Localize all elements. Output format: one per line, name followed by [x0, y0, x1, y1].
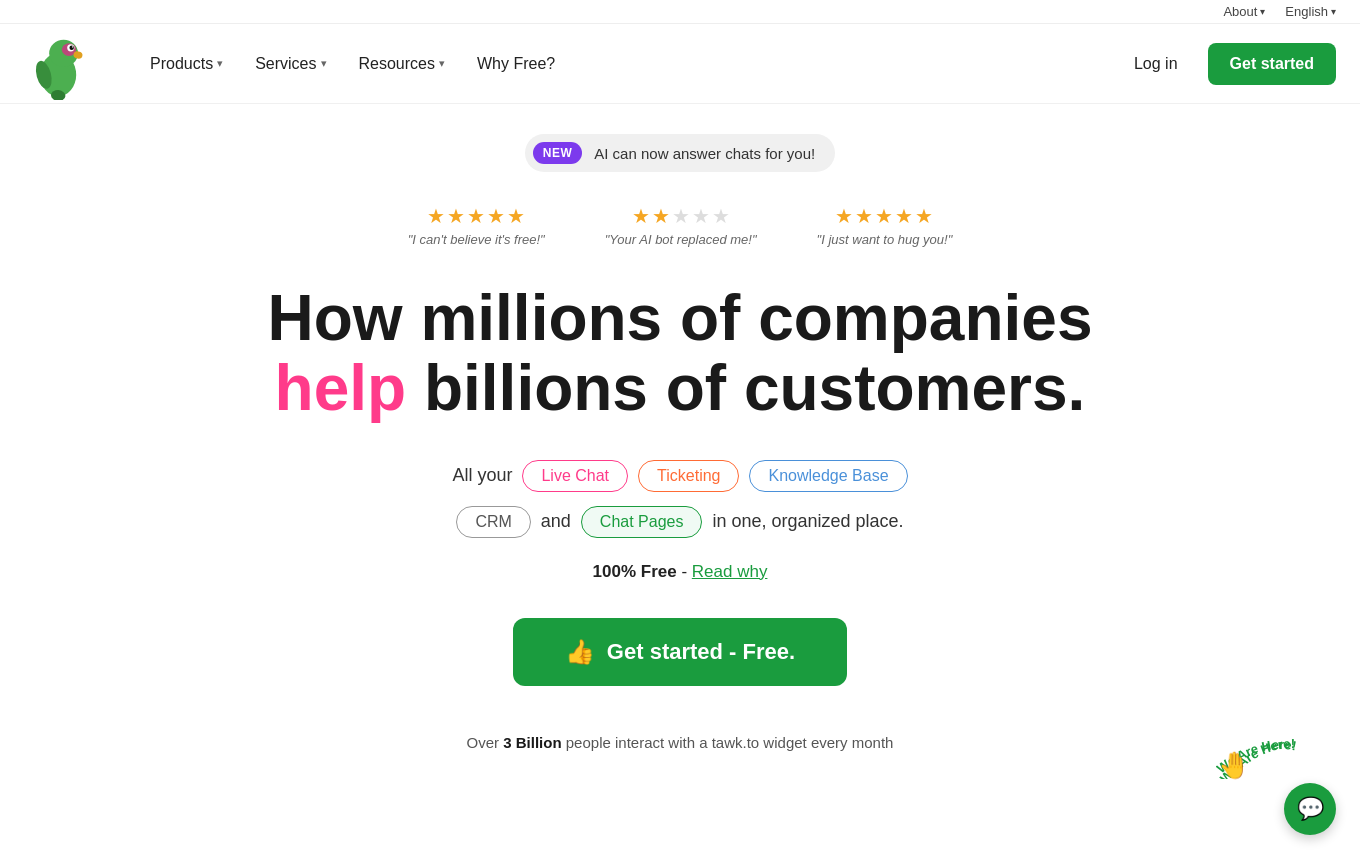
stars-1: ★ ★ ★ ★ ★	[427, 204, 525, 228]
nav-products[interactable]: Products ▾	[136, 47, 237, 81]
stat-suffix: people interact with a tawk.to widget ev…	[566, 734, 894, 751]
chat-widget: We Are Here! We Are Here! 🤚 💬	[1216, 724, 1336, 791]
cta-button[interactable]: 👍 Get started - Free.	[513, 618, 847, 686]
resources-label: Resources	[359, 55, 435, 73]
tags-line-2: CRM and Chat Pages in one, organized pla…	[456, 506, 903, 538]
review-item-2: ★ ★ ★ ★ ★ "Your AI bot replaced me!"	[605, 204, 757, 247]
nav-right: Log in Get started	[1120, 43, 1336, 85]
star-filled: ★	[467, 204, 485, 228]
hero-section: NEW AI can now answer chats for you! ★ ★…	[0, 104, 1360, 791]
nav-services[interactable]: Services ▾	[241, 47, 340, 81]
stars-2: ★ ★ ★ ★ ★	[632, 204, 730, 228]
heading-line1: How millions of companies	[268, 282, 1093, 354]
logo[interactable]	[24, 28, 96, 100]
nav-resources[interactable]: Resources ▾	[345, 47, 459, 81]
stat-bold: 3 Billion	[503, 734, 561, 751]
review-text-3: "I just want to hug you!"	[817, 232, 953, 247]
tags-section: All your Live Chat Ticketing Knowledge B…	[452, 460, 907, 538]
star-filled: ★	[855, 204, 873, 228]
free-text: 100% Free - Read why	[593, 562, 768, 582]
star-empty: ★	[692, 204, 710, 228]
star-filled: ★	[632, 204, 650, 228]
svg-point-5	[72, 46, 73, 47]
review-item-3: ★ ★ ★ ★ ★ "I just want to hug you!"	[817, 204, 953, 247]
whyfree-label: Why Free?	[477, 55, 555, 73]
review-text-2: "Your AI bot replaced me!"	[605, 232, 757, 247]
svg-point-4	[69, 45, 74, 50]
star-filled: ★	[895, 204, 913, 228]
language-menu[interactable]: English ▾	[1285, 4, 1336, 19]
top-bar: About ▾ English ▾	[0, 0, 1360, 24]
knowledge-base-tag: Knowledge Base	[749, 460, 907, 492]
star-filled: ★	[875, 204, 893, 228]
star-filled: ★	[835, 204, 853, 228]
services-label: Services	[255, 55, 316, 73]
new-badge: NEW	[533, 142, 583, 164]
star-filled: ★	[915, 204, 933, 228]
resources-chevron-icon: ▾	[439, 57, 445, 70]
suffix-text: in one, organized place.	[712, 511, 903, 532]
star-empty: ★	[672, 204, 690, 228]
heading-line2: billions of customers.	[424, 352, 1085, 424]
star-filled: ★	[507, 204, 525, 228]
stars-3: ★ ★ ★ ★ ★	[835, 204, 933, 228]
language-label: English	[1285, 4, 1328, 19]
about-label: About	[1223, 4, 1257, 19]
nav-whyfree[interactable]: Why Free?	[463, 47, 569, 81]
heading-highlight: help	[275, 352, 407, 424]
free-label: 100% Free	[593, 562, 677, 581]
wave-hand-icon: 🤚	[1218, 750, 1250, 781]
get-started-nav-label: Get started	[1230, 55, 1314, 72]
star-filled: ★	[427, 204, 445, 228]
nav-links: Products ▾ Services ▾ Resources ▾ Why Fr…	[136, 47, 1120, 81]
login-button[interactable]: Log in	[1120, 47, 1192, 81]
review-item-1: ★ ★ ★ ★ ★ "I can't believe it's free!"	[408, 204, 545, 247]
thumbs-up-icon: 👍	[565, 638, 595, 666]
and-text: and	[541, 511, 571, 532]
review-text-1: "I can't believe it's free!"	[408, 232, 545, 247]
products-chevron-icon: ▾	[217, 57, 223, 70]
cta-label: Get started - Free.	[607, 639, 795, 665]
about-menu[interactable]: About ▾	[1223, 4, 1265, 19]
banner-text: AI can now answer chats for you!	[594, 145, 815, 162]
about-chevron-icon: ▾	[1260, 6, 1265, 17]
separator: -	[681, 562, 691, 581]
services-chevron-icon: ▾	[321, 57, 327, 70]
all-your-text: All your	[452, 465, 512, 486]
get-started-nav-button[interactable]: Get started	[1208, 43, 1336, 85]
star-filled: ★	[487, 204, 505, 228]
stat-prefix: Over	[467, 734, 500, 751]
products-label: Products	[150, 55, 213, 73]
login-label: Log in	[1134, 55, 1178, 72]
chat-pages-tag: Chat Pages	[581, 506, 703, 538]
navbar: Products ▾ Services ▾ Resources ▾ Why Fr…	[0, 24, 1360, 104]
language-chevron-icon: ▾	[1331, 6, 1336, 17]
ticketing-tag: Ticketing	[638, 460, 739, 492]
hero-heading: How millions of companies help billions …	[268, 283, 1093, 424]
crm-tag: CRM	[456, 506, 530, 538]
chat-bubble-button[interactable]: 💬	[1284, 783, 1336, 791]
new-ai-banner[interactable]: NEW AI can now answer chats for you!	[525, 134, 835, 172]
star-empty: ★	[712, 204, 730, 228]
live-chat-tag: Live Chat	[522, 460, 628, 492]
read-why-link[interactable]: Read why	[692, 562, 768, 581]
tags-line-1: All your Live Chat Ticketing Knowledge B…	[452, 460, 907, 492]
star-filled: ★	[652, 204, 670, 228]
stat-text: Over 3 Billion people interact with a ta…	[467, 734, 894, 751]
logo-icon	[24, 28, 96, 100]
reviews-row: ★ ★ ★ ★ ★ "I can't believe it's free!" ★…	[408, 204, 953, 247]
star-filled: ★	[447, 204, 465, 228]
